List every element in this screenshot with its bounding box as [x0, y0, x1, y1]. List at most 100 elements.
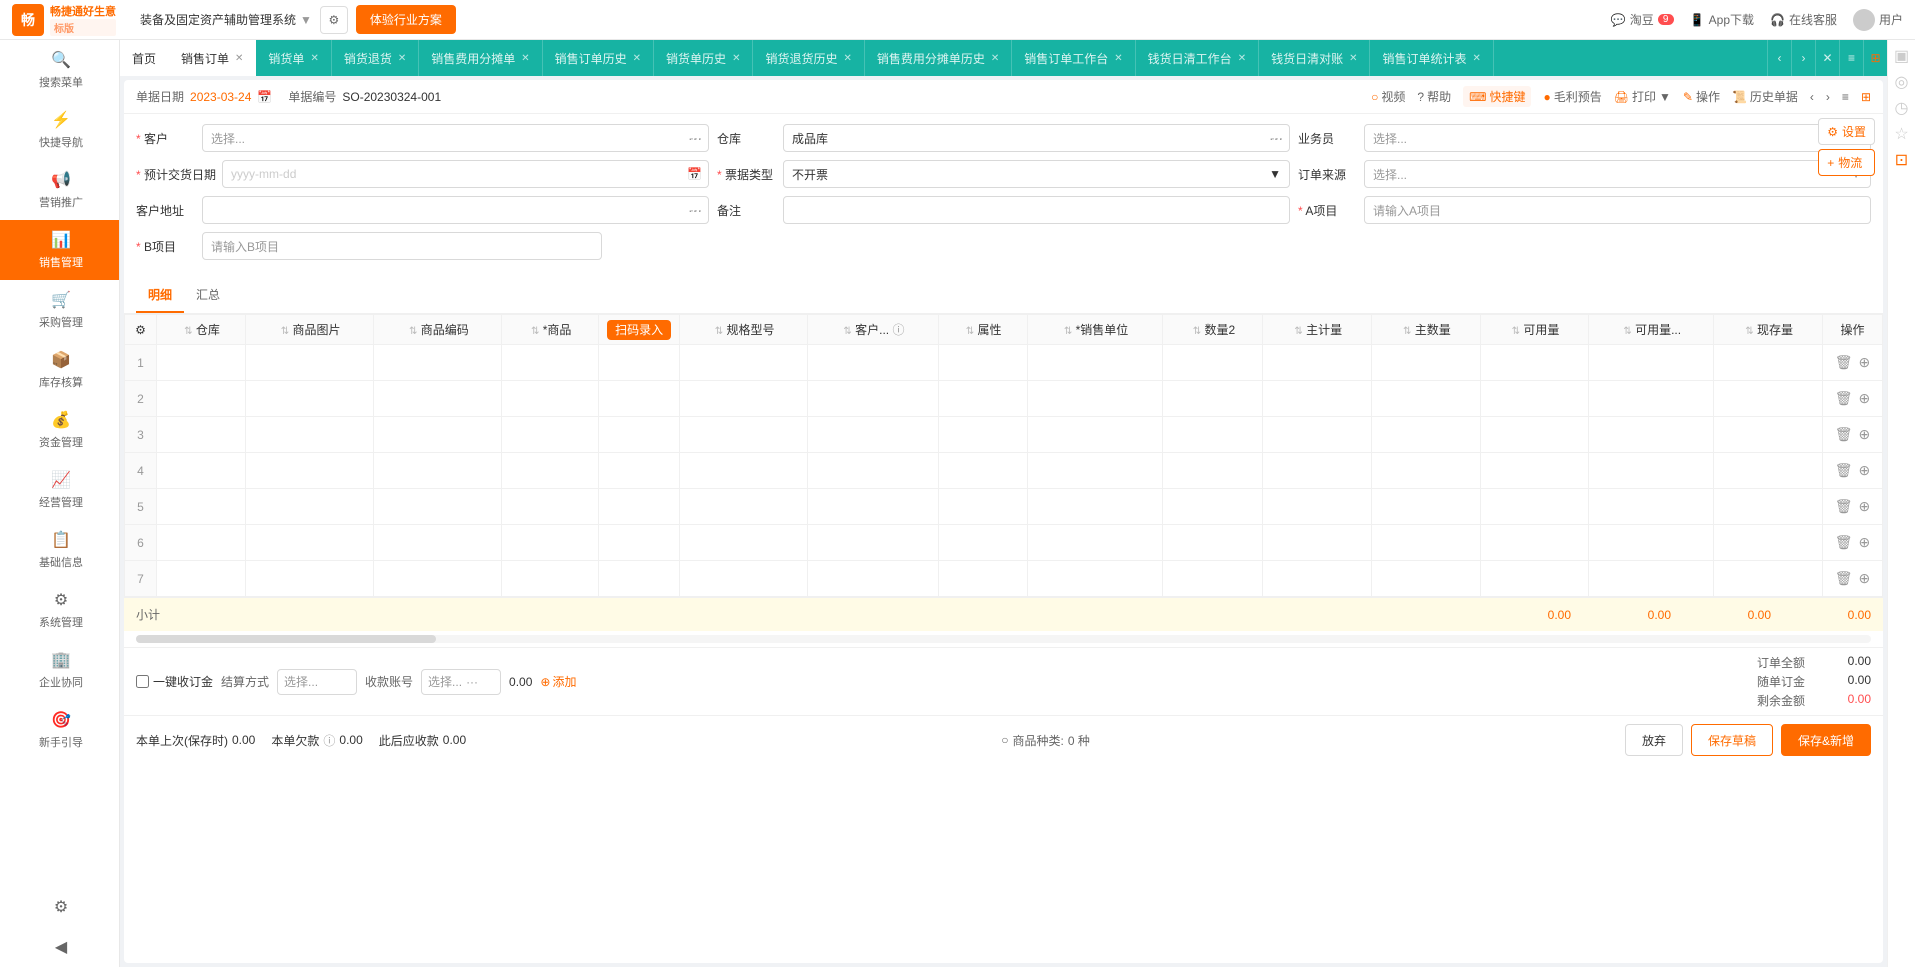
tab-sales-fee[interactable]: 销售费用分摊单 ✕ [419, 40, 542, 76]
sidebar-item-marketing[interactable]: 📢 营销推广 [0, 160, 119, 220]
tab-sales-order-close[interactable]: ✕ [235, 53, 243, 64]
sidebar-item-search[interactable]: 🔍 搜索菜单 [0, 40, 119, 100]
row3-image[interactable] [246, 417, 374, 453]
row6-delete-icon[interactable]: 🗑 [1835, 534, 1853, 551]
row7-warehouse[interactable] [157, 561, 246, 597]
invoice-select[interactable]: 不开票 ▼ [783, 160, 1290, 188]
row5-product[interactable] [502, 489, 599, 525]
row5-qty2[interactable] [1163, 489, 1263, 525]
row5-attr[interactable] [938, 489, 1027, 525]
detail-tab-detail[interactable]: 明细 [136, 278, 184, 313]
sidebar-item-finance[interactable]: 💰 资金管理 [0, 400, 119, 460]
row3-attr[interactable] [938, 417, 1027, 453]
row2-warehouse[interactable] [157, 381, 246, 417]
nav-next-arrow[interactable]: › [1791, 40, 1815, 76]
row6-unit[interactable] [1027, 525, 1163, 561]
product-count-icon[interactable]: ○ [1001, 733, 1008, 747]
row1-avail2[interactable] [1589, 345, 1714, 381]
row6-mainqty[interactable] [1372, 525, 1481, 561]
row6-scan[interactable] [599, 525, 680, 561]
row2-custcode[interactable] [808, 381, 938, 417]
row5-warehouse[interactable] [157, 489, 246, 525]
sidebar-item-operation[interactable]: 📈 经营管理 [0, 460, 119, 520]
row6-code[interactable] [374, 525, 502, 561]
tab-sales-history-close[interactable]: ✕ [633, 53, 641, 64]
row4-spec[interactable] [680, 453, 808, 489]
settings-icon[interactable]: ⚙ [320, 6, 348, 34]
row7-delete-icon[interactable]: 🗑 [1835, 570, 1853, 587]
action-video[interactable]: ○ 视频 [1371, 88, 1405, 105]
right-panel-icon-4[interactable]: ☆ [1890, 122, 1914, 146]
tab-daily-clear-close[interactable]: ✕ [1238, 53, 1246, 64]
sort-avail2-icon[interactable]: ⇅ [1623, 326, 1631, 337]
row7-image[interactable] [246, 561, 374, 597]
tab-stats[interactable]: 销售订单统计表 ✕ [1370, 40, 1493, 76]
sort-warehouse-icon[interactable]: ⇅ [184, 326, 192, 337]
row7-attr[interactable] [938, 561, 1027, 597]
nav-prev-arrow[interactable]: ‹ [1767, 40, 1791, 76]
tab-sales-fee-close[interactable]: ✕ [521, 53, 529, 64]
row6-image[interactable] [246, 525, 374, 561]
save-draft-button[interactable]: 保存草稿 [1691, 724, 1773, 756]
row1-code[interactable] [374, 345, 502, 381]
address-input[interactable]: ··· [202, 196, 709, 224]
row4-code[interactable] [374, 453, 502, 489]
row3-product[interactable] [502, 417, 599, 453]
sort-image-icon[interactable]: ⇅ [281, 326, 289, 337]
row5-custcode[interactable] [808, 489, 938, 525]
row2-scan[interactable] [599, 381, 680, 417]
row4-mainunit[interactable] [1263, 453, 1372, 489]
row7-avail2[interactable] [1589, 561, 1714, 597]
sort-mainqty-icon[interactable]: ⇅ [1403, 326, 1411, 337]
row5-mainunit[interactable] [1263, 489, 1372, 525]
row3-qty2[interactable] [1163, 417, 1263, 453]
customer-input[interactable]: 选择... ··· [202, 124, 709, 152]
row2-mainqty[interactable] [1372, 381, 1481, 417]
row7-current[interactable] [1714, 561, 1823, 597]
sidebar-item-quicknav[interactable]: ⚡ 快捷导航 [0, 100, 119, 160]
row4-mainqty[interactable] [1372, 453, 1481, 489]
tab-fee-history[interactable]: 销售费用分摊单历史 ✕ [865, 40, 1012, 76]
row4-custcode[interactable] [808, 453, 938, 489]
sort-qty2-icon[interactable]: ⇅ [1193, 326, 1201, 337]
table-scroll[interactable]: ⚙ ⇅ 仓库 ⇅ 商品图片 [124, 314, 1883, 597]
sidebar-item-enterprise[interactable]: 🏢 企业协同 [0, 640, 119, 700]
row1-image[interactable] [246, 345, 374, 381]
sidebar-item-system[interactable]: ⚙ 系统管理 [0, 580, 119, 640]
row7-copy-icon[interactable]: ⊕ [1859, 570, 1871, 587]
row6-spec[interactable] [680, 525, 808, 561]
right-panel-icon-5[interactable]: ⊡ [1890, 148, 1914, 172]
row4-current[interactable] [1714, 453, 1823, 489]
row4-avail2[interactable] [1589, 453, 1714, 489]
row7-code[interactable] [374, 561, 502, 597]
action-operate[interactable]: ✎ 操作 [1683, 88, 1720, 105]
tab-return-history[interactable]: 销货退货历史 ✕ [753, 40, 864, 76]
sidebar-item-purchase[interactable]: 🛒 采购管理 [0, 280, 119, 340]
row1-qty2[interactable] [1163, 345, 1263, 381]
right-panel-icon-3[interactable]: ◷ [1890, 96, 1914, 120]
sort-attr-icon[interactable]: ⇅ [966, 326, 974, 337]
sort-custcode-icon[interactable]: ⇅ [843, 326, 851, 337]
row4-attr[interactable] [938, 453, 1027, 489]
action-shortcut[interactable]: ⌨ 快捷键 [1463, 86, 1531, 107]
tab-reconcile-close[interactable]: ✕ [1349, 53, 1357, 64]
row3-code[interactable] [374, 417, 502, 453]
th-scan[interactable]: 扫码录入 [599, 315, 680, 345]
row6-avail2[interactable] [1589, 525, 1714, 561]
note-input[interactable] [783, 196, 1290, 224]
row3-mainunit[interactable] [1263, 417, 1372, 453]
warehouse-input[interactable]: 成品库 ··· [783, 124, 1290, 152]
row2-image[interactable] [246, 381, 374, 417]
tab-daily-clear[interactable]: 钱货日清工作台 ✕ [1136, 40, 1259, 76]
right-panel-icon-2[interactable]: ◎ [1890, 70, 1914, 94]
row1-spec[interactable] [680, 345, 808, 381]
row2-avail[interactable] [1480, 381, 1589, 417]
row6-avail[interactable] [1480, 525, 1589, 561]
sidebar-item-basic[interactable]: 📋 基础信息 [0, 520, 119, 580]
tab-sales-order[interactable]: 销售订单 ✕ [169, 40, 256, 76]
sidebar-item-collapse[interactable]: ◀ [0, 927, 119, 967]
receipt-select[interactable]: 选择... ··· [421, 669, 501, 695]
row2-code[interactable] [374, 381, 502, 417]
row7-scan[interactable] [599, 561, 680, 597]
tab-reconcile[interactable]: 钱货日清对账 ✕ [1259, 40, 1370, 76]
